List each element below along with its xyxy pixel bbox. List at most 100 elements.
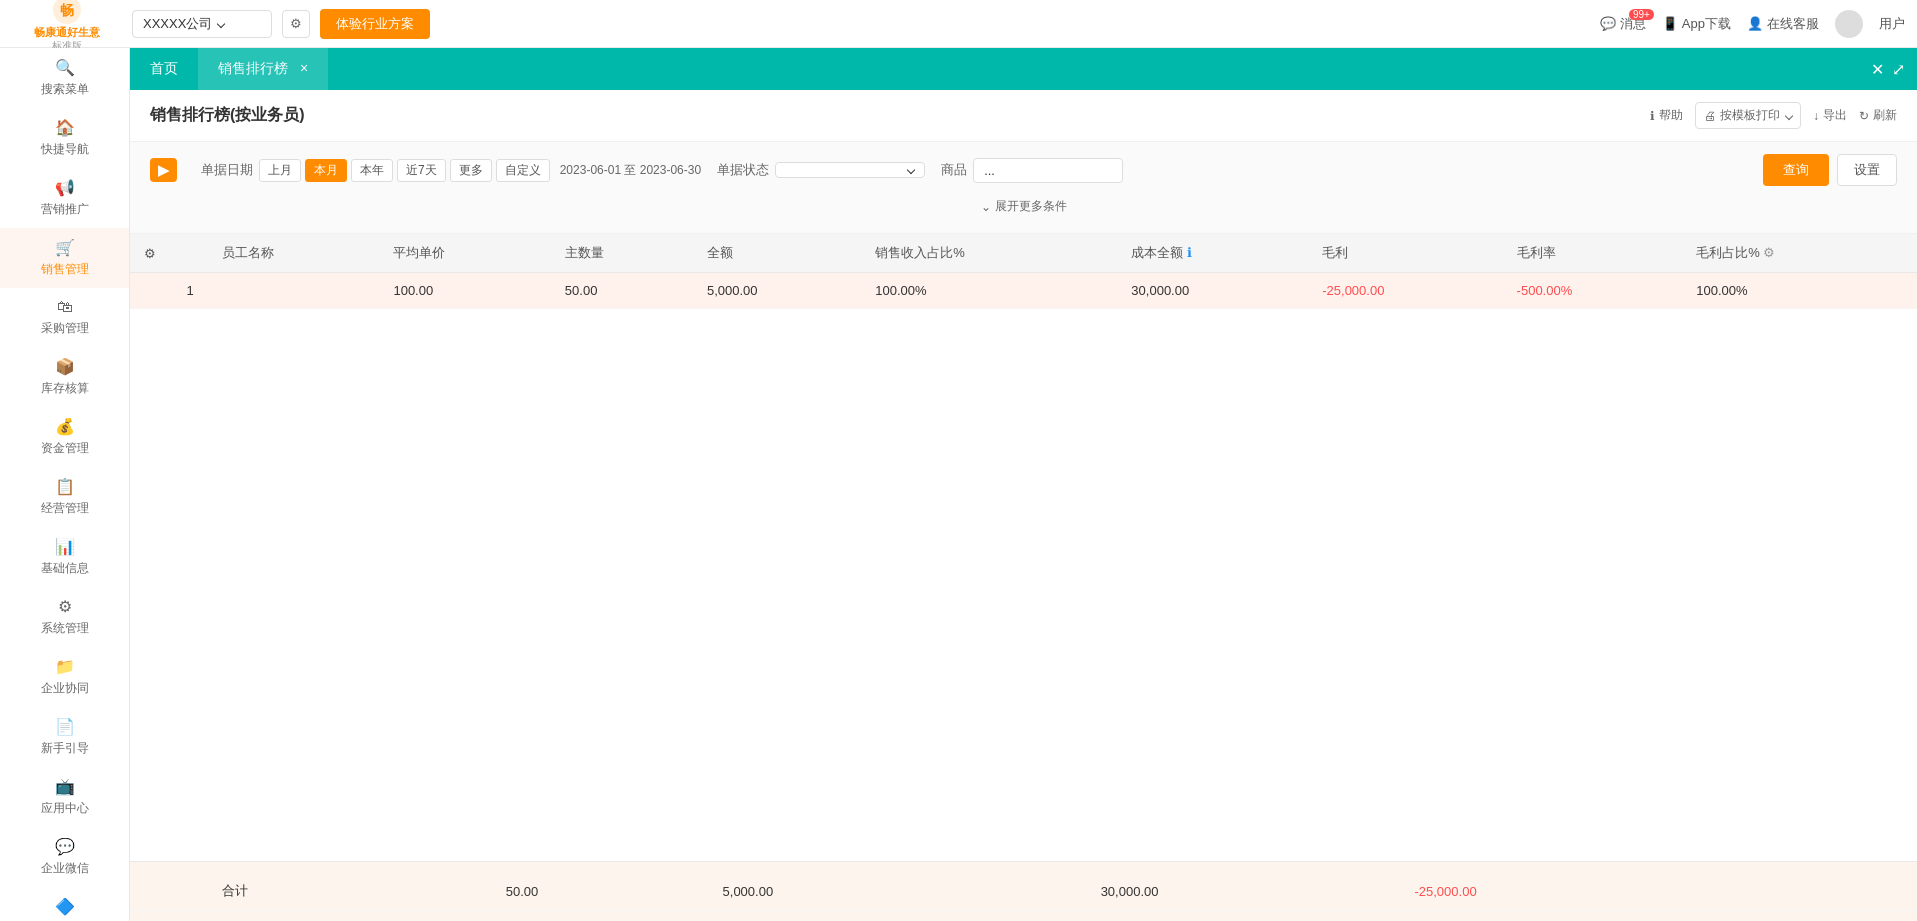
export-button[interactable]: ↓ 导出 [1813,107,1847,124]
th-amount: 全额 [695,234,863,273]
tab-bar-right: ✕ ⤢ [1859,60,1917,79]
sidebar-label-marketing: 营销推广 [41,201,89,218]
date-btn-7days[interactable]: 近7天 [397,159,446,182]
system-icon: ⚙ [58,597,72,616]
th-settings-icon[interactable]: ⚙ [1763,245,1775,260]
service-icon: 👤 [1747,16,1763,31]
sidebar-item-apps[interactable]: 📺 应用中心 [0,767,129,827]
online-service-button[interactable]: 👤 在线客服 [1747,15,1819,33]
sidebar-item-collab[interactable]: 📁 企业协同 [0,647,129,707]
sales-icon: 🛒 [55,238,75,257]
member-icon: 🔷 [55,897,75,916]
filter-area: ▶ 单据日期 上月 本月 本年 近7天 更多 自定义 2023-0 [130,142,1917,234]
refresh-button[interactable]: ↻ 刷新 [1859,107,1897,124]
expand-button[interactable]: ⌄ 展开更多条件 [981,192,1067,221]
help-icon: ℹ [1650,109,1655,123]
sidebar-item-guide[interactable]: 📄 新手引导 [0,707,129,767]
sidebar-item-operations[interactable]: 📋 经营管理 [0,467,129,527]
filter-toggle-button[interactable]: ▶ [150,158,177,182]
th-rank [170,234,210,273]
settings-button[interactable]: ⚙ [282,10,310,38]
table-row: 1 100.00 50.00 5,000.00 100.00% 30,000.0… [130,273,1917,309]
sidebar-label-wechat: 企业微信 [41,860,89,877]
main-area: 🔍 搜索菜单 🏠 快捷导航 📢 营销推广 🛒 销售管理 🛍 采购管理 📦 [0,48,1917,921]
date-btn-this-month[interactable]: 本月 [305,159,347,182]
cost-info-icon[interactable]: ℹ [1187,245,1192,260]
footer-gross-pct [1825,872,1917,911]
sidebar-item-member[interactable]: 🔷 畅会员 [0,887,129,921]
filter-row: ▶ 单据日期 上月 本月 本年 近7天 更多 自定义 2023-0 [150,154,1897,186]
sidebar-item-marketing[interactable]: 📢 营销推广 [0,168,129,228]
col-settings-icon[interactable]: ⚙ [144,246,156,261]
table-footer: 合计 50.00 5,000.00 30,000.00 -25,000.00 [130,861,1917,921]
footer-gross-rate [1733,872,1825,911]
date-buttons: 上月 本月 本年 近7天 更多 自定义 [259,159,550,182]
th-settings: ⚙ [130,234,170,273]
sidebar-item-system[interactable]: ⚙ 系统管理 [0,587,129,647]
setting-button[interactable]: 设置 [1837,154,1897,186]
message-button[interactable]: 💬 消息 99+ [1600,15,1646,33]
row-amount: 5,000.00 [695,273,863,309]
chevron-down-icon [217,19,225,27]
expand-chevron-icon: ⌄ [981,200,991,214]
message-icon: 💬 [1600,16,1616,31]
goods-select[interactable]: ... [973,158,1123,183]
sidebar-item-inventory[interactable]: 📦 库存核算 [0,347,129,407]
date-btn-more[interactable]: 更多 [450,159,492,182]
sidebar-item-nav[interactable]: 🏠 快捷导航 [0,108,129,168]
collab-icon: 📁 [55,657,75,676]
page-header: 销售排行榜(按业务员) ℹ 帮助 🖨 按模板打印 ↓ [130,90,1917,142]
row-gross-pct: 100.00% [1684,273,1917,309]
query-button[interactable]: 查询 [1763,154,1829,186]
close-window-icon[interactable]: ✕ [1871,60,1884,79]
date-filter: 单据日期 上月 本月 本年 近7天 更多 自定义 2023-06-01 至 20… [201,159,701,182]
footer-avg-price [402,872,494,911]
finance-icon: 💰 [55,417,75,436]
teal-header: 首页 销售排行榜 × ✕ ⤢ [130,48,1917,90]
date-btn-custom[interactable]: 自定义 [496,159,550,182]
operations-icon: 📋 [55,477,75,496]
purchase-icon: 🛍 [57,298,73,316]
tab-sales-ranking[interactable]: 销售排行榜 × [198,48,328,90]
sidebar-item-sales[interactable]: 🛒 销售管理 [0,228,129,288]
maximize-icon[interactable]: ⤢ [1892,60,1905,79]
home-icon: 🏠 [55,118,75,137]
sidebar-label-collab: 企业协同 [41,680,89,697]
sidebar-label-finance: 资金管理 [41,440,89,457]
footer-sales-pct [997,872,1089,911]
app-download-button[interactable]: 📱 App下载 [1662,15,1731,33]
sidebar-item-purchase[interactable]: 🛍 采购管理 [0,288,129,347]
refresh-label: 刷新 [1873,107,1897,124]
help-button[interactable]: ℹ 帮助 [1650,107,1683,124]
date-btn-last-month[interactable]: 上月 [259,159,301,182]
sidebar-item-search[interactable]: 🔍 搜索菜单 [0,48,129,108]
goods-filter: 商品 ... [941,158,1123,183]
sidebar-label-nav: 快捷导航 [41,141,89,158]
company-name: XXXXX公司 [143,15,212,33]
footer-row: 合计 50.00 5,000.00 30,000.00 -25,000.00 [130,872,1917,911]
tab-close-icon[interactable]: × [300,60,308,76]
svg-text:畅: 畅 [60,2,74,18]
company-selector[interactable]: XXXXX公司 [132,10,272,38]
tab-home[interactable]: 首页 [130,48,198,90]
footer-amount: 5,000.00 [711,872,997,911]
row-rank: 1 [170,273,210,309]
sidebar-item-wechat[interactable]: 💬 企业微信 [0,827,129,887]
refresh-icon: ↻ [1859,109,1869,123]
footer-table: 合计 50.00 5,000.00 30,000.00 -25,000.00 [130,872,1917,911]
footer-gross: -25,000.00 [1402,872,1732,911]
user-name: 用户 [1879,15,1905,33]
status-filter: 单据状态 [717,161,925,179]
th-gross-rate: 毛利率 [1505,234,1685,273]
sidebar-item-basic-info[interactable]: 📊 基础信息 [0,527,129,587]
row-avg-price: 100.00 [381,273,552,309]
status-select[interactable] [775,162,925,178]
table-area: ⚙ 员工名称 平均单价 主数量 全额 销售收入占比% 成本全额 ℹ 毛利 毛 [130,234,1917,861]
sidebar-item-finance[interactable]: 💰 资金管理 [0,407,129,467]
sidebar-label-sales: 销售管理 [41,261,89,278]
trial-button[interactable]: 体验行业方案 [320,9,430,39]
avatar[interactable] [1835,10,1863,38]
row-sales-pct: 100.00% [863,273,1119,309]
date-btn-this-year[interactable]: 本年 [351,159,393,182]
template-print-button[interactable]: 🖨 按模板打印 [1695,102,1801,129]
